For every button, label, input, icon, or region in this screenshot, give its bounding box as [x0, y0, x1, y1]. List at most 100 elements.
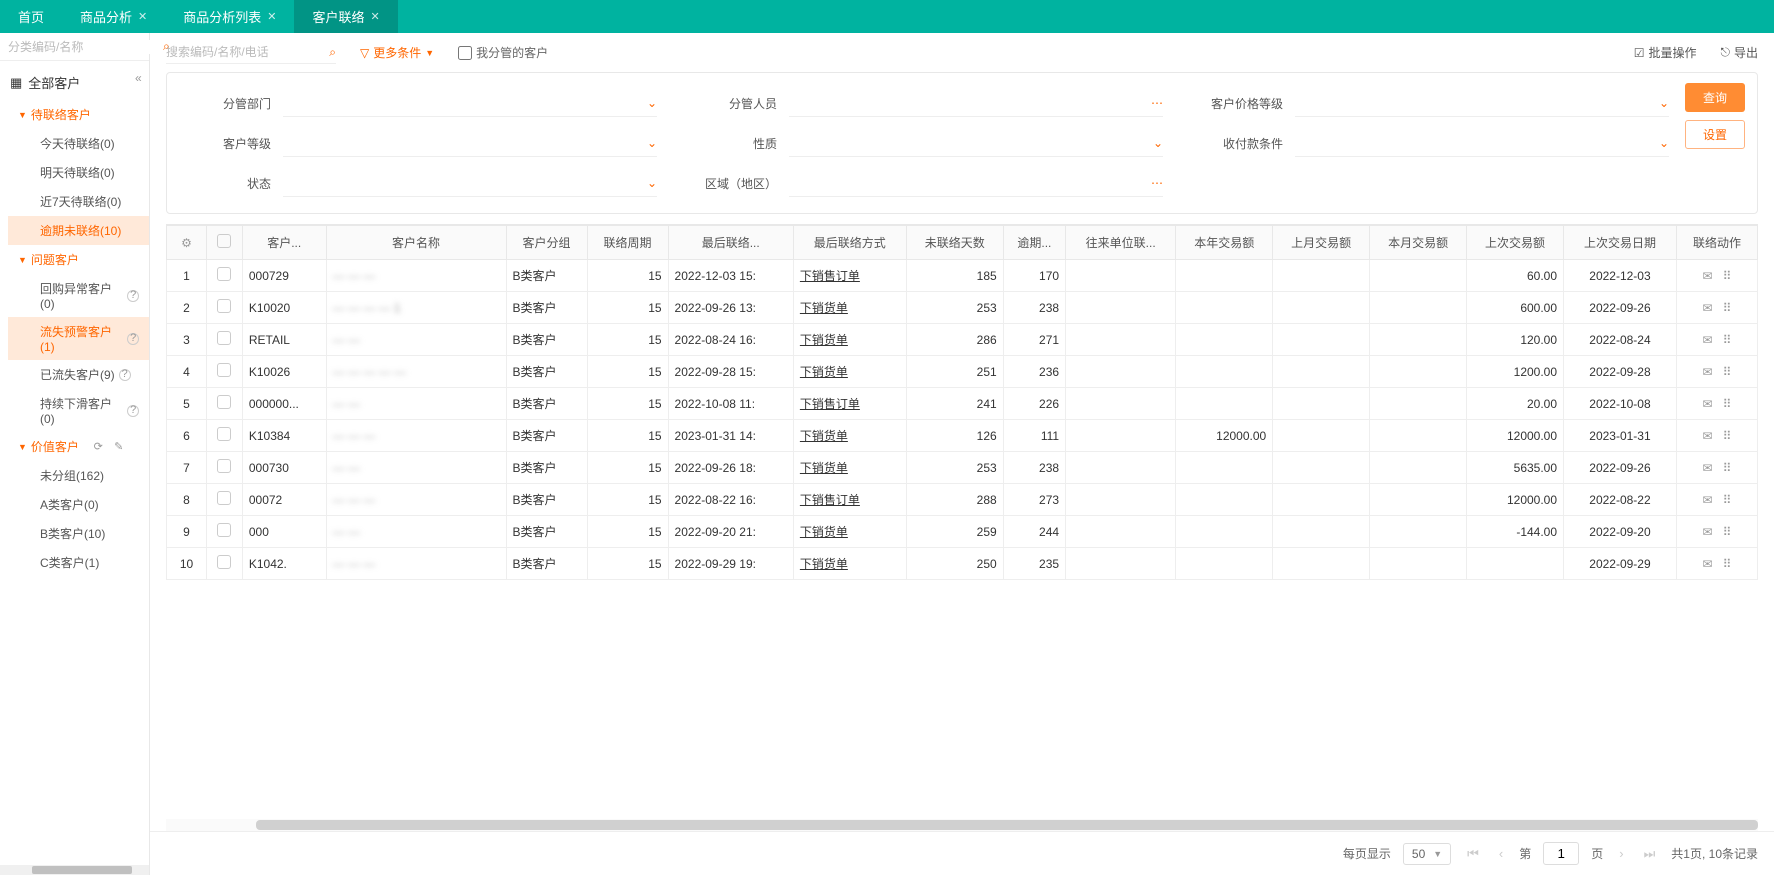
col-last-time[interactable]: 最后联络...	[668, 226, 793, 260]
wechat-icon[interactable]: ✉	[1703, 461, 1713, 475]
refresh-icon[interactable]: ⟳	[94, 440, 103, 453]
tree-item-class-c[interactable]: C类客户(1)	[8, 548, 149, 577]
more-icon[interactable]: ⠿	[1723, 525, 1732, 539]
table-row[interactable]: 3 RETAIL — — B类客户 15 2022-08-24 16: 下销货单…	[167, 324, 1758, 356]
tab-product-analysis-list[interactable]: 商品分析列表✕	[165, 0, 294, 33]
tree-group-header[interactable]: ▼价值客户 ⟳ ✎	[8, 432, 149, 461]
help-icon[interactable]: ?	[119, 369, 131, 381]
more-icon[interactable]: ⠿	[1723, 493, 1732, 507]
wechat-icon[interactable]: ✉	[1703, 269, 1713, 283]
wechat-icon[interactable]: ✉	[1703, 333, 1713, 347]
row-checkbox[interactable]	[207, 420, 243, 452]
cell-method[interactable]: 下销售订单	[793, 260, 906, 292]
export-button[interactable]: ⎋ 导出	[1720, 44, 1758, 61]
search-icon[interactable]: ⌕	[329, 45, 336, 60]
table-row[interactable]: 1 000729 — — — B类客户 15 2022-12-03 15: 下销…	[167, 260, 1758, 292]
cell-method[interactable]: 下销货单	[793, 420, 906, 452]
col-code[interactable]: 客户...	[242, 226, 326, 260]
table-row[interactable]: 8 00072 — — — B类客户 15 2022-08-22 16: 下销售…	[167, 484, 1758, 516]
tree-item-7days[interactable]: 近7天待联络(0)	[8, 187, 149, 216]
search-input[interactable]	[166, 41, 329, 63]
more-icon[interactable]: ⠿	[1723, 333, 1732, 347]
more-icon[interactable]: ⠿	[1723, 429, 1732, 443]
scrollbar-thumb[interactable]	[256, 820, 1758, 830]
wechat-icon[interactable]: ✉	[1703, 365, 1713, 379]
tree-item-class-b[interactable]: B类客户(10)	[8, 519, 149, 548]
edit-icon[interactable]: ✎	[114, 440, 123, 453]
wechat-icon[interactable]: ✉	[1703, 429, 1713, 443]
status-select[interactable]: ⌄	[283, 169, 657, 197]
table-row[interactable]: 4 K10026 — — — — — B类客户 15 2022-09-28 15…	[167, 356, 1758, 388]
cell-method[interactable]: 下销货单	[793, 324, 906, 356]
more-icon[interactable]: ⠿	[1723, 269, 1732, 283]
nature-select[interactable]: ⌄	[789, 129, 1163, 157]
tab-customer-contact[interactable]: 客户联络✕	[294, 0, 397, 33]
row-checkbox[interactable]	[207, 356, 243, 388]
more-icon[interactable]: ⠿	[1723, 397, 1732, 411]
col-contact[interactable]: 往来单位联...	[1066, 226, 1176, 260]
table-row[interactable]: 9 000 — — B类客户 15 2022-09-20 21: 下销货单 25…	[167, 516, 1758, 548]
cell-method[interactable]: 下销售订单	[793, 484, 906, 516]
table-row[interactable]: 5 000000... — — B类客户 15 2022-10-08 11: 下…	[167, 388, 1758, 420]
sidebar-search-input[interactable]	[8, 40, 163, 54]
tree-group-header[interactable]: ▼待联络客户	[8, 100, 149, 129]
col-name[interactable]: 客户名称	[326, 226, 506, 260]
collapse-icon[interactable]: «	[135, 71, 149, 85]
row-checkbox[interactable]	[207, 292, 243, 324]
wechat-icon[interactable]: ✉	[1703, 557, 1713, 571]
level-select[interactable]: ⌄	[283, 129, 657, 157]
row-checkbox[interactable]	[207, 516, 243, 548]
region-picker[interactable]: ⋯	[789, 169, 1163, 197]
main-scrollbar[interactable]	[166, 819, 1758, 831]
close-icon[interactable]: ✕	[138, 10, 147, 23]
col-lasttrade-amt[interactable]: 上次交易额	[1467, 226, 1564, 260]
more-icon[interactable]: ⠿	[1723, 557, 1732, 571]
col-actions[interactable]: 联络动作	[1676, 226, 1757, 260]
tab-home[interactable]: 首页	[0, 0, 62, 33]
sidebar-scrollbar[interactable]	[0, 865, 149, 875]
col-lastmonth-amt[interactable]: 上月交易额	[1273, 226, 1370, 260]
col-cycle[interactable]: 联络周期	[587, 226, 668, 260]
checkbox-input[interactable]	[458, 46, 472, 60]
tree-item-churned[interactable]: 已流失客户(9)?	[8, 360, 149, 389]
col-lasttrade-date[interactable]: 上次交易日期	[1564, 226, 1677, 260]
per-page-select[interactable]: 50▼	[1403, 843, 1451, 865]
close-icon[interactable]: ✕	[371, 10, 380, 23]
table-row[interactable]: 7 000730 — — B类客户 15 2022-09-26 18: 下销货单…	[167, 452, 1758, 484]
payment-select[interactable]: ⌄	[1295, 129, 1669, 157]
cell-method[interactable]: 下销货单	[793, 548, 906, 580]
search-icon[interactable]: ⌕	[163, 39, 170, 54]
tree-item-churn-warning[interactable]: 流失预警客户(1)?	[8, 317, 149, 360]
more-icon[interactable]: ⠿	[1723, 365, 1732, 379]
help-icon[interactable]: ?	[127, 290, 139, 302]
cell-method[interactable]: 下销货单	[793, 452, 906, 484]
tree-group-header[interactable]: ▼问题客户	[8, 245, 149, 274]
cell-method[interactable]: 下销货单	[793, 516, 906, 548]
cell-method[interactable]: 下销货单	[793, 356, 906, 388]
tree-item-tomorrow[interactable]: 明天待联络(0)	[8, 158, 149, 187]
tree-item-repurchase[interactable]: 回购异常客户(0)?	[8, 274, 149, 317]
more-icon[interactable]: ⠿	[1723, 461, 1732, 475]
row-checkbox[interactable]	[207, 484, 243, 516]
scrollbar-thumb[interactable]	[32, 866, 132, 874]
tree-item-class-a[interactable]: A类客户(0)	[8, 490, 149, 519]
col-method[interactable]: 最后联络方式	[793, 226, 906, 260]
row-checkbox[interactable]	[207, 388, 243, 420]
wechat-icon[interactable]: ✉	[1703, 301, 1713, 315]
close-icon[interactable]: ✕	[267, 10, 276, 23]
person-picker[interactable]: ⋯	[789, 89, 1163, 117]
help-icon[interactable]: ?	[127, 333, 139, 345]
price-level-select[interactable]: ⌄	[1295, 89, 1669, 117]
dept-select[interactable]: ⌄	[283, 89, 657, 117]
last-page-button[interactable]: ⏭	[1640, 846, 1660, 862]
page-input[interactable]	[1543, 842, 1579, 865]
row-checkbox[interactable]	[207, 548, 243, 580]
cell-method[interactable]: 下销货单	[793, 292, 906, 324]
tree-item-overdue[interactable]: 逾期未联络(10)	[8, 216, 149, 245]
batch-action-button[interactable]: ☑ 批量操作	[1634, 44, 1697, 61]
wechat-icon[interactable]: ✉	[1703, 525, 1713, 539]
settings-column[interactable]: ⚙	[167, 226, 207, 260]
next-page-button[interactable]: ›	[1615, 846, 1627, 861]
table-row[interactable]: 2 K10020 — — — — 1 B类客户 15 2022-09-26 13…	[167, 292, 1758, 324]
help-icon[interactable]: ?	[127, 405, 139, 417]
